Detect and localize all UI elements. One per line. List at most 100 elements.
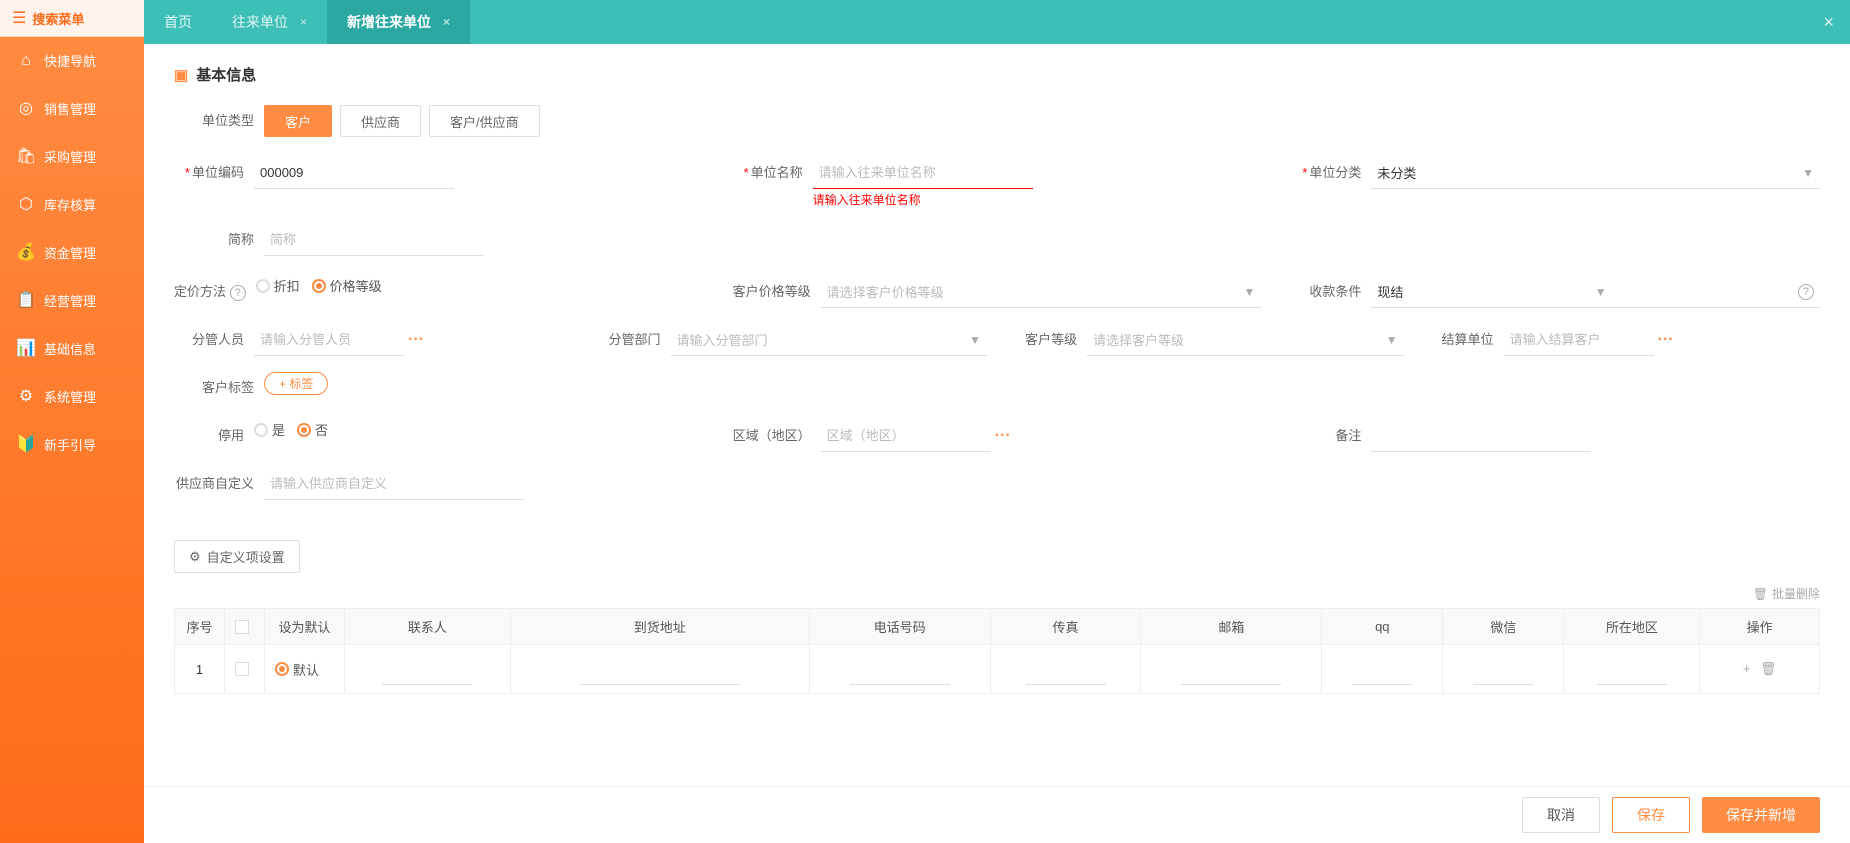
region-content: ··· [821, 420, 1262, 452]
unit-code-input[interactable] [254, 157, 454, 189]
unit-category-select[interactable]: 未分类 ▼ [1371, 157, 1820, 189]
qq-input[interactable] [1352, 653, 1412, 685]
th-index: 序号 [175, 609, 225, 645]
add-tag-btn[interactable]: + 标签 [264, 372, 328, 395]
sidebar-item-quick-nav[interactable]: ⌂ 快捷导航 [0, 37, 144, 84]
unit-type-value: 客户 供应商 客户/供应商 [264, 105, 540, 137]
row-default-radio[interactable]: 默认 [275, 660, 334, 679]
radio-yes-circle [254, 423, 268, 437]
area-input[interactable] [1597, 653, 1667, 685]
customer-level-label: 客户等级 [1007, 324, 1087, 356]
pricing-help-icon[interactable]: ? [230, 285, 246, 301]
close-all-tabs[interactable]: × [1823, 12, 1834, 33]
td-fax[interactable] [990, 645, 1141, 694]
sidebar-item-operations[interactable]: 📋 经营管理 [0, 276, 144, 324]
table-header-row: 🗑 批量删除 [174, 585, 1820, 602]
select-all-checkbox[interactable] [235, 620, 249, 634]
payment-terms-select[interactable]: 现结 ▼ ? [1371, 276, 1820, 308]
supplier-custom-input[interactable] [264, 468, 524, 500]
sidebar-item-beginner[interactable]: 🔰 新手引导 [0, 420, 144, 468]
delete-row-btn[interactable]: 🗑 [1760, 661, 1777, 676]
td-phone[interactable] [809, 645, 990, 694]
radio-no-circle [297, 423, 311, 437]
search-icon: ☰ [12, 8, 26, 28]
sidebar-item-label: 快捷导航 [44, 51, 96, 70]
tab-bar: 首页 往来单位 × 新增往来单位 × × [144, 0, 1850, 44]
address-input[interactable] [580, 653, 740, 685]
custom-settings-btn[interactable]: ⚙ 自定义项设置 [174, 540, 300, 573]
phone-input[interactable] [850, 653, 950, 685]
th-email: 邮箱 [1141, 609, 1322, 645]
sidebar-item-inventory[interactable]: ⬡ 库存核算 [0, 180, 144, 228]
settlement-input[interactable] [1504, 324, 1654, 356]
sidebar-item-finance[interactable]: 💰 资金管理 [0, 228, 144, 276]
unit-name-content: 请输入往来单位名称 [813, 157, 1262, 208]
customer-level-col: 客户等级 请选择客户等级 ▼ [1007, 324, 1404, 356]
td-area[interactable] [1564, 645, 1700, 694]
sidebar-search[interactable]: ☰ 搜索菜单 [0, 0, 144, 37]
bottom-bar: 取消 保存 保存并新增 [144, 786, 1850, 843]
customer-level-select[interactable]: 请选择客户等级 ▼ [1087, 324, 1404, 356]
sidebar-item-sales[interactable]: ◎ 销售管理 [0, 84, 144, 132]
personnel-grid: 分管人员 ··· 分管部门 请输入分管部门 ▼ [174, 324, 1820, 356]
manager-more-btn[interactable]: ··· [408, 331, 424, 349]
tab-new-partner-close[interactable]: × [443, 15, 450, 29]
unit-category-arrow: ▼ [1802, 166, 1814, 180]
radio-price-level[interactable]: 价格等级 [312, 276, 382, 295]
note-input[interactable] [1371, 420, 1591, 452]
radio-yes[interactable]: 是 [254, 420, 285, 439]
sidebar-item-basic-info[interactable]: 📊 基础信息 [0, 324, 144, 372]
tab-new-partner[interactable]: 新增往来单位 × [327, 0, 470, 44]
finance-icon: 💰 [16, 242, 36, 262]
manager-input[interactable] [254, 324, 404, 356]
tab-partners-close[interactable]: × [300, 15, 307, 29]
btn-customer[interactable]: 客户 [264, 105, 332, 137]
radio-no[interactable]: 否 [297, 420, 328, 439]
email-input[interactable] [1181, 653, 1281, 685]
radio-discount[interactable]: 折扣 [256, 276, 300, 295]
td-address[interactable] [510, 645, 809, 694]
purchase-icon: 🛍 [16, 146, 36, 166]
region-more-btn[interactable]: ··· [995, 427, 1011, 445]
tab-partners[interactable]: 往来单位 × [212, 0, 327, 44]
contact-input[interactable] [382, 653, 472, 685]
btn-both[interactable]: 客户/供应商 [429, 105, 540, 137]
batch-delete-btn[interactable]: 🗑 批量删除 [1753, 585, 1820, 602]
settlement-input-row: ··· [1504, 324, 1821, 356]
short-name-input[interactable] [264, 224, 484, 256]
td-action: + 🗑 [1700, 645, 1820, 694]
tab-home[interactable]: 首页 [144, 0, 212, 44]
sidebar-item-system[interactable]: ⚙ 系统管理 [0, 372, 144, 420]
content-area: ▣ 基本信息 单位类型 客户 供应商 客户/供应商 单位编码 [144, 44, 1850, 786]
sales-icon: ◎ [16, 98, 36, 118]
fax-input[interactable] [1026, 653, 1106, 685]
td-wechat[interactable] [1443, 645, 1564, 694]
td-index: 1 [175, 645, 225, 694]
region-label: 区域（地区） [733, 420, 821, 452]
td-email[interactable] [1141, 645, 1322, 694]
region-input[interactable] [821, 420, 991, 452]
short-name-label: 简称 [174, 224, 264, 256]
row-default-radio-circle [275, 662, 289, 676]
system-icon: ⚙ [16, 386, 36, 406]
save-button[interactable]: 保存 [1612, 797, 1690, 833]
btn-supplier[interactable]: 供应商 [340, 105, 421, 137]
sidebar-item-purchase[interactable]: 🛍 采购管理 [0, 132, 144, 180]
unit-name-input[interactable] [813, 157, 1033, 189]
add-row-btn[interactable]: + [1743, 661, 1751, 676]
customer-price-select[interactable]: 请选择客户价格等级 ▼ [821, 276, 1262, 308]
cancel-button[interactable]: 取消 [1522, 797, 1600, 833]
disabled-content: 是 否 [254, 420, 703, 439]
sidebar-item-label: 资金管理 [44, 243, 96, 262]
payment-terms-help[interactable]: ? [1798, 284, 1814, 300]
department-select[interactable]: 请输入分管部门 ▼ [671, 324, 988, 356]
td-contact[interactable] [345, 645, 511, 694]
customer-level-arrow: ▼ [1386, 333, 1398, 347]
th-contact: 联系人 [345, 609, 511, 645]
settlement-more-btn[interactable]: ··· [1658, 331, 1674, 349]
save-new-button[interactable]: 保存并新增 [1702, 797, 1820, 833]
row-checkbox[interactable] [235, 662, 249, 676]
unit-code-col: 单位编码 [174, 157, 703, 208]
td-qq[interactable] [1322, 645, 1443, 694]
wechat-input[interactable] [1473, 653, 1533, 685]
